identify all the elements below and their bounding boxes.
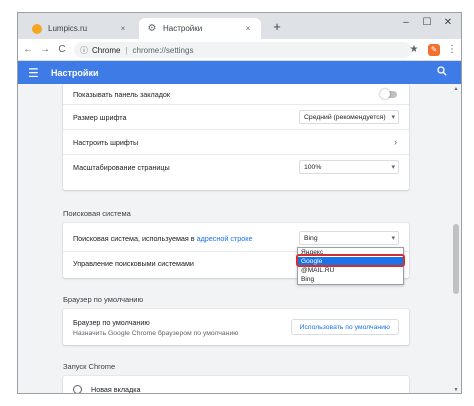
tab-close-icon[interactable]: ×	[243, 24, 253, 33]
startup-new-tab-row[interactable]: Новая вкладка	[63, 379, 409, 394]
startup-section-title: Запуск Chrome	[63, 362, 116, 371]
maximize-button[interactable]: ☐	[418, 17, 436, 28]
tab-lumpics[interactable]: Lumpics.ru ×	[24, 18, 136, 39]
dropdown-option[interactable]: Bing	[298, 275, 403, 284]
lumpics-favicon-icon	[32, 23, 42, 34]
chrome-menu-button[interactable]: ⋮	[444, 42, 460, 58]
tab-label: Lumpics.ru	[48, 24, 88, 33]
gear-icon: ⚙	[147, 22, 157, 34]
settings-header: ☰ Настройки	[18, 61, 461, 84]
address-bar[interactable]: ⓘ Chrome | chrome://settings	[74, 42, 412, 58]
scroll-up-icon[interactable]: ▲	[451, 84, 461, 94]
scrollbar[interactable]: ▲ ▼	[451, 84, 461, 393]
url-separator: |	[125, 45, 128, 55]
browser-window: Lumpics.ru × ⚙ Настройки × + – ☐ ✕ ← → C…	[17, 12, 462, 394]
scrollbar-thumb[interactable]	[453, 224, 459, 294]
toggle-knob	[380, 88, 390, 99]
startup-card: Новая вкладка	[63, 376, 409, 394]
make-default-button[interactable]: Использовать по умолчанию	[290, 319, 399, 335]
settings-content: Показывать панель закладок Размер шрифта…	[18, 84, 461, 394]
minimize-button[interactable]: –	[397, 17, 415, 28]
search-engine-select[interactable]: Bing ▾	[299, 231, 399, 245]
chevron-down-icon: ▾	[391, 114, 395, 121]
startup-new-tab-label: Новая вкладка	[91, 384, 141, 394]
reload-button[interactable]: C	[54, 42, 70, 58]
search-engine-value: Bing	[304, 234, 318, 242]
back-button[interactable]: ←	[20, 42, 36, 58]
customize-fonts-label: Настроить шрифты	[73, 137, 139, 147]
chevron-down-icon: ▾	[391, 235, 395, 242]
page-zoom-value: 100%	[304, 163, 322, 171]
tab-label: Настройки	[163, 24, 203, 33]
font-size-label: Размер шрифта	[73, 112, 127, 122]
search-icon[interactable]	[437, 66, 447, 79]
close-window-button[interactable]: ✕	[439, 17, 457, 28]
page-zoom-select[interactable]: 100% ▾	[299, 160, 399, 174]
hamburger-menu-icon[interactable]: ☰	[28, 67, 44, 79]
dropdown-option[interactable]: @MAIL.RU	[298, 266, 403, 275]
tab-settings[interactable]: ⚙ Настройки ×	[139, 18, 261, 39]
bookmarks-bar-toggle[interactable]	[380, 88, 397, 99]
tab-strip: Lumpics.ru × ⚙ Настройки × + – ☐ ✕	[18, 13, 461, 39]
default-browser-sublabel: Назначить Google Chrome браузером по умо…	[73, 329, 239, 337]
search-section-title: Поисковая система	[63, 209, 131, 218]
default-browser-section-title: Браузер по умолчанию	[63, 295, 144, 304]
appearance-card: Показывать панель закладок Размер шрифта…	[63, 84, 409, 190]
default-browser-label: Браузер по умолчанию	[73, 317, 150, 327]
forward-button[interactable]: →	[37, 42, 53, 58]
chevron-right-icon: ›	[394, 137, 397, 147]
highlight-annotation	[296, 254, 405, 267]
radio-button[interactable]	[73, 384, 82, 393]
page-title: Настройки	[51, 67, 99, 78]
address-bar-link[interactable]: адресной строке	[197, 234, 253, 243]
extension-icon[interactable]: ✎	[428, 44, 440, 56]
tab-close-icon[interactable]: ×	[118, 24, 128, 33]
url-text: chrome://settings	[132, 45, 194, 55]
info-icon[interactable]: ⓘ	[80, 45, 88, 56]
default-browser-card: Браузер по умолчанию Назначить Google Ch…	[63, 309, 409, 345]
new-tab-button[interactable]: +	[270, 20, 284, 34]
bookmarks-bar-label: Показывать панель закладок	[73, 89, 171, 99]
page-zoom-row: Масштабирование страницы 100% ▾	[63, 155, 409, 179]
customize-fonts-row[interactable]: Настроить шрифты ›	[63, 130, 409, 154]
bookmark-star-icon[interactable]: ★	[406, 42, 422, 58]
url-host: Chrome	[92, 45, 121, 55]
manage-search-engines-label: Управление поисковыми системами	[73, 258, 194, 268]
browser-toolbar: ← → C ⓘ Chrome | chrome://settings ★ ✎ ⋮	[18, 39, 461, 61]
scroll-down-icon[interactable]: ▼	[451, 385, 461, 393]
font-size-value: Средний (рекомендуется)	[304, 113, 386, 121]
chevron-down-icon: ▾	[391, 164, 395, 171]
search-engine-label: Поисковая система, используемая в адресн…	[73, 233, 253, 243]
font-size-row: Размер шрифта Средний (рекомендуется) ▾	[63, 105, 409, 129]
font-size-select[interactable]: Средний (рекомендуется) ▾	[299, 110, 399, 124]
page-zoom-label: Масштабирование страницы	[73, 162, 170, 172]
bookmarks-bar-row[interactable]: Показывать панель закладок	[63, 84, 409, 104]
